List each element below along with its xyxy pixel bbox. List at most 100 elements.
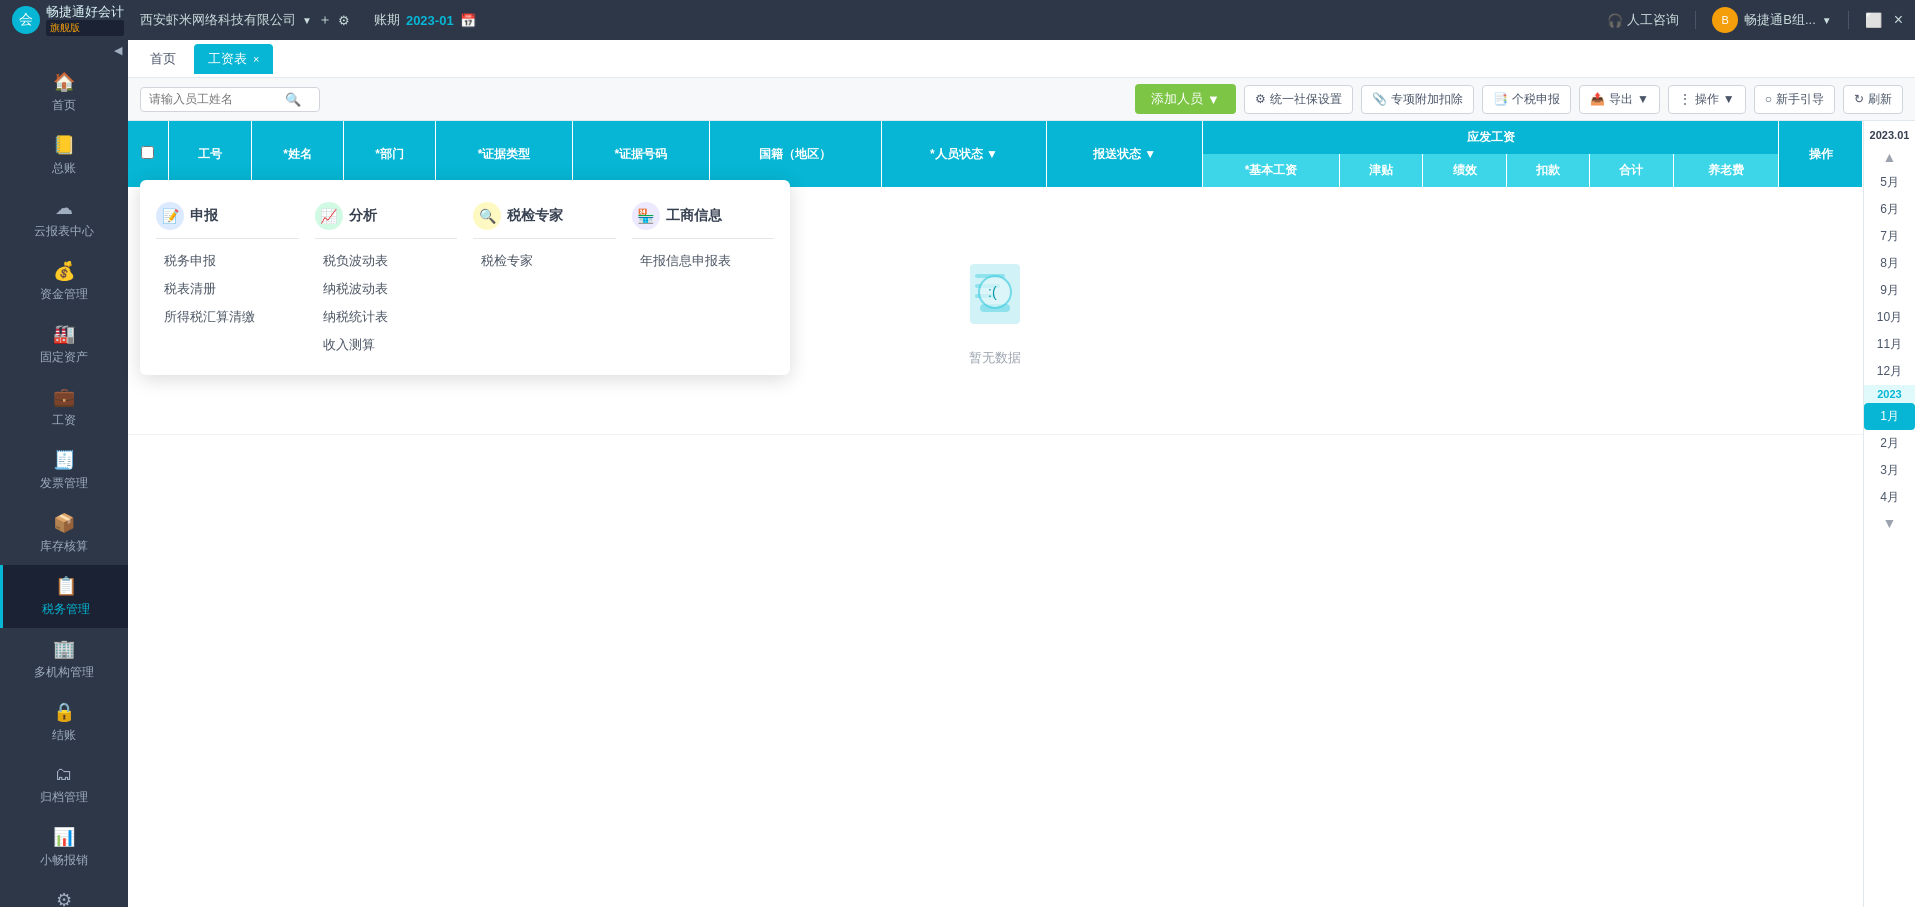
sidebar-label-inventory: 库存核算 (40, 538, 88, 555)
th-status[interactable]: *人员状态 ▼ (882, 121, 1047, 187)
sidebar-item-general-ledger[interactable]: 📒 总账 (0, 124, 128, 187)
fenxi-item-2[interactable]: 纳税统计表 (315, 303, 458, 331)
fund-icon: 💰 (53, 260, 75, 282)
shenba-item-2[interactable]: 所得税汇算清缴 (156, 303, 299, 331)
timeline-month-10[interactable]: 10月 (1864, 304, 1915, 331)
empty-text: 暂无数据 (969, 349, 1021, 367)
timeline-month-3[interactable]: 3月 (1864, 457, 1915, 484)
timeline-down-arrow[interactable]: ▼ (1879, 511, 1901, 535)
header-right: 🎧 人工咨询 B 畅捷通B组... ▼ ⬜ × (1607, 7, 1903, 33)
special-deduction-label: 专项附加扣除 (1391, 91, 1463, 108)
company-dropdown-icon[interactable]: ▼ (302, 15, 312, 26)
window-close-btn[interactable]: × (1894, 11, 1903, 29)
th-submit-status[interactable]: 报送状态 ▼ (1046, 121, 1202, 187)
report-icon: 📊 (53, 826, 75, 848)
search-input[interactable] (149, 92, 279, 106)
sidebar-label-report: 小畅报销 (40, 852, 88, 869)
th-base-wage: *基本工资 (1203, 154, 1340, 187)
search-box[interactable]: 🔍 (140, 87, 320, 112)
sidebar-item-cloud-report[interactable]: ☁ 云报表中心 (0, 187, 128, 250)
add-company-icon[interactable]: ＋ (318, 11, 332, 29)
user-dropdown-icon[interactable]: ▼ (1822, 15, 1832, 26)
timeline-month-7[interactable]: 7月 (1864, 223, 1915, 250)
shenba-item-0[interactable]: 税务申报 (156, 247, 299, 275)
add-person-btn[interactable]: 添加人员 ▼ (1135, 84, 1236, 114)
timeline-month-4[interactable]: 4月 (1864, 484, 1915, 511)
tab-bar: 首页 工资表 × (128, 40, 1915, 78)
tab-home-label: 首页 (150, 50, 176, 68)
sidebar-item-multi-org[interactable]: 🏢 多机构管理 (0, 628, 128, 691)
guide-toolbar-icon: ○ (1765, 92, 1772, 106)
th-checkbox[interactable] (128, 121, 168, 187)
guide-btn[interactable]: ○ 新手引导 (1754, 85, 1835, 114)
sidebar-item-archive[interactable]: 🗂 归档管理 (0, 754, 128, 816)
timeline-month-2[interactable]: 2月 (1864, 430, 1915, 457)
fenxi-item-1[interactable]: 纳税波动表 (315, 275, 458, 303)
window-restore-btn[interactable]: ⬜ (1865, 12, 1882, 28)
service-btn[interactable]: 🎧 人工咨询 (1607, 11, 1679, 29)
tax-report-btn[interactable]: 📑 个税申报 (1482, 85, 1571, 114)
timeline-month-12[interactable]: 12月 (1864, 358, 1915, 385)
export-btn[interactable]: 📤 导出 ▼ (1579, 85, 1660, 114)
timeline-month-11[interactable]: 11月 (1864, 331, 1915, 358)
gongshang-item-0[interactable]: 年报信息申报表 (632, 247, 775, 275)
tax-dropdown-menu: 📝 申报 税务申报 税表清册 所得税汇算清缴 📈 分析 税负波动表 纳税波动表 … (140, 180, 790, 375)
app-header: 会 畅捷通好会计 旗舰版 西安虾米网络科技有限公司 ▼ ＋ ⚙ 账期 2023-… (0, 0, 1915, 40)
sidebar-collapse-btn[interactable]: ◀ (114, 44, 122, 57)
timeline-up-arrow[interactable]: ▲ (1879, 145, 1901, 169)
fenxi-item-0[interactable]: 税负波动表 (315, 247, 458, 275)
timeline-month-8[interactable]: 8月 (1864, 250, 1915, 277)
tab-salary-table[interactable]: 工资表 × (194, 44, 273, 74)
sidebar-item-settings[interactable]: ⚙ 基础设置 (0, 879, 128, 907)
timeline-month-5[interactable]: 5月 (1864, 169, 1915, 196)
search-icon[interactable]: 🔍 (285, 92, 301, 107)
export-dropdown-icon[interactable]: ▼ (1637, 92, 1649, 106)
th-total: 合计 (1590, 154, 1673, 187)
th-name[interactable]: *姓名 (251, 121, 343, 187)
select-all-checkbox[interactable] (141, 146, 154, 159)
sidebar-item-home[interactable]: 🏠 首页 (0, 61, 128, 124)
tab-close-btn[interactable]: × (253, 53, 259, 65)
timeline-month-6[interactable]: 6月 (1864, 196, 1915, 223)
sidebar-item-report[interactable]: 📊 小畅报销 (0, 816, 128, 879)
dropdown-shenba-title: 📝 申报 (156, 196, 299, 239)
sidebar-item-close-accounts[interactable]: 🔒 结账 (0, 691, 128, 754)
th-pension: 养老费 (1673, 154, 1779, 187)
refresh-icon: ↻ (1854, 92, 1864, 106)
settings-icon[interactable]: ⚙ (338, 13, 350, 28)
sidebar-item-fixed-assets[interactable]: 🏭 固定资产 (0, 313, 128, 376)
fenxi-item-3[interactable]: 收入测算 (315, 331, 458, 359)
zhuanjia-item-0[interactable]: 税检专家 (473, 247, 616, 275)
sidebar-item-fund[interactable]: 💰 资金管理 (0, 250, 128, 313)
shenba-item-1[interactable]: 税表清册 (156, 275, 299, 303)
tab-home[interactable]: 首页 (136, 44, 190, 74)
timeline-month-9[interactable]: 9月 (1864, 277, 1915, 304)
sidebar-item-salary[interactable]: 💼 工资 (0, 376, 128, 439)
calendar-icon[interactable]: 📅 (460, 13, 476, 28)
dropdown-zhuanjia-title: 🔍 税检专家 (473, 196, 616, 239)
period-label: 账期 (374, 11, 400, 29)
refresh-btn[interactable]: ↻ 刷新 (1843, 85, 1903, 114)
operation-label: 操作 (1695, 91, 1719, 108)
timeline-header: 2023.01 (1870, 125, 1910, 145)
period-value: 2023-01 (406, 13, 454, 28)
sidebar-item-tax[interactable]: 📋 税务管理 (0, 565, 128, 628)
user-menu[interactable]: B 畅捷通B组... ▼ (1712, 7, 1831, 33)
ledger-icon: 📒 (53, 134, 75, 156)
sidebar-collapse-area: ◀ (0, 40, 128, 61)
add-person-dropdown-icon[interactable]: ▼ (1207, 92, 1220, 107)
cloud-icon: ☁ (55, 197, 73, 219)
operation-dropdown-icon[interactable]: ▼ (1723, 92, 1735, 106)
headset-icon: 🎧 (1607, 13, 1623, 28)
sidebar-item-invoice[interactable]: 🧾 发票管理 (0, 439, 128, 502)
special-deduction-btn[interactable]: 📎 专项附加扣除 (1361, 85, 1474, 114)
assets-icon: 🏭 (53, 323, 75, 345)
guide-label: 新手引导 (1776, 91, 1824, 108)
operation-btn[interactable]: ⋮ 操作 ▼ (1668, 85, 1746, 114)
company-selector[interactable]: 西安虾米网络科技有限公司 ▼ ＋ ⚙ (140, 11, 350, 29)
social-insurance-btn[interactable]: ⚙ 统一社保设置 (1244, 85, 1353, 114)
logo-text-block: 畅捷通好会计 旗舰版 (46, 4, 124, 36)
sidebar-label-cloud: 云报表中心 (34, 223, 94, 240)
sidebar-item-inventory[interactable]: 📦 库存核算 (0, 502, 128, 565)
timeline-month-1[interactable]: 1月 (1864, 403, 1915, 430)
